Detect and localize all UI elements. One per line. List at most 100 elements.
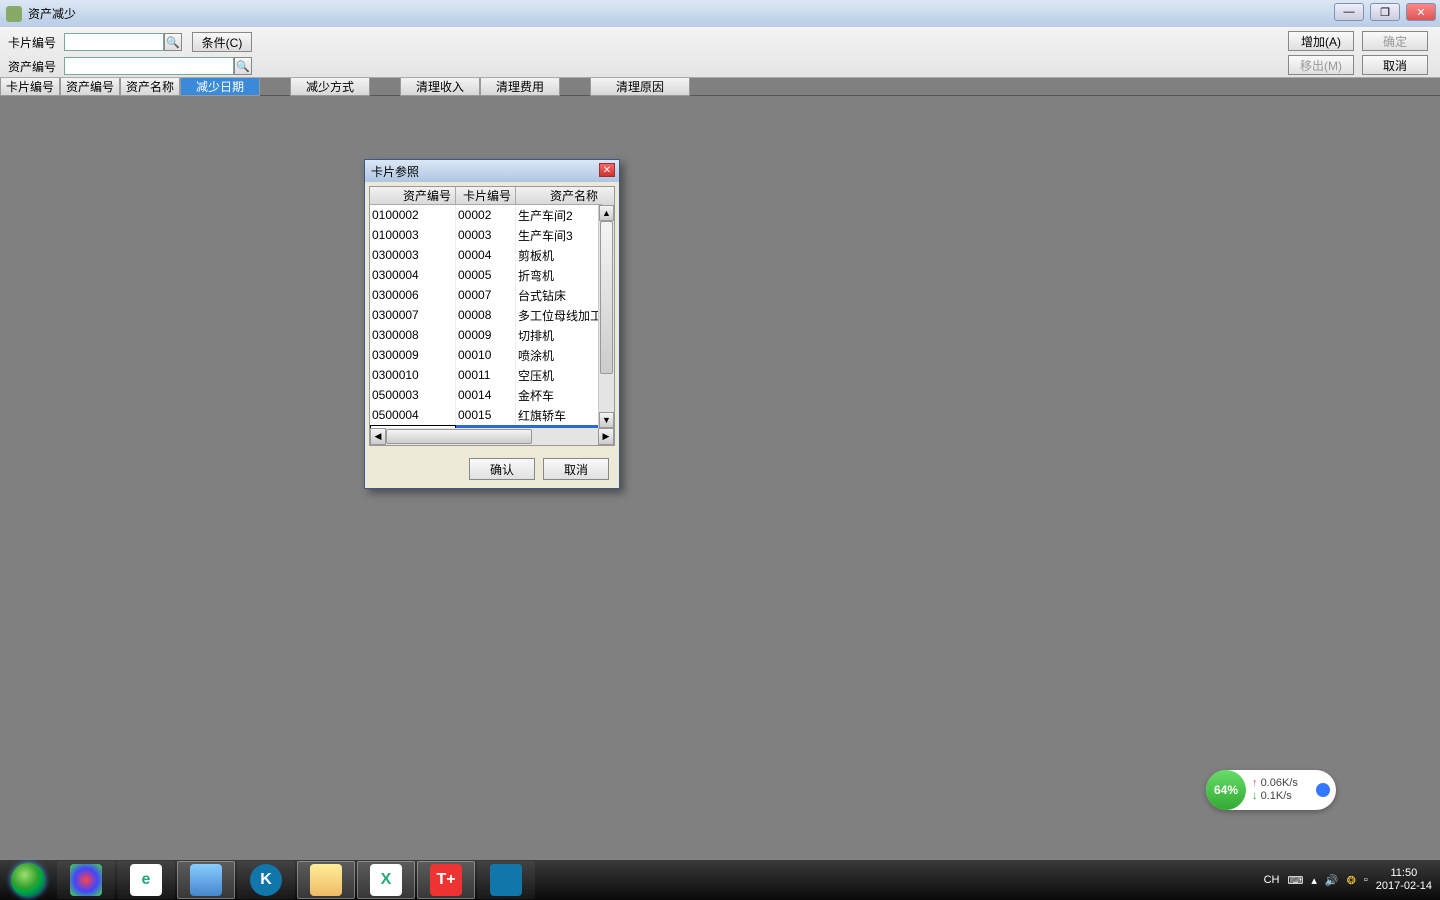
table-row[interactable]: 010000200002生产车间2 bbox=[370, 205, 614, 225]
kugou-icon: K bbox=[250, 864, 282, 896]
tray-time: 11:50 bbox=[1376, 867, 1432, 880]
net-down-speed: 0.1K/s bbox=[1252, 790, 1298, 803]
column-header[interactable]: 资产编号 bbox=[60, 78, 120, 96]
taskbar-explorer[interactable] bbox=[297, 861, 355, 899]
tray-clock[interactable]: 11:50 2017-02-14 bbox=[1376, 867, 1432, 893]
scroll-up-icon[interactable]: ▲ bbox=[599, 205, 614, 221]
taskbar-kugou[interactable]: K bbox=[237, 861, 295, 899]
table-row[interactable]: 010000300003生产车间3 bbox=[370, 225, 614, 245]
battery-percent: 64% bbox=[1206, 770, 1246, 810]
taskbar-app-8[interactable] bbox=[477, 861, 535, 899]
dialog-titlebar[interactable]: 卡片参照 ✕ bbox=[365, 160, 619, 182]
search-icon: 🔍 bbox=[166, 36, 180, 49]
scroll-down-icon[interactable]: ▼ bbox=[599, 412, 614, 428]
scroll-left-icon[interactable]: ◀ bbox=[370, 428, 386, 445]
add-button[interactable]: 增加(A) bbox=[1288, 31, 1354, 51]
taskbar-ie[interactable]: e bbox=[117, 861, 175, 899]
table-row[interactable]: 030000300004剪板机 bbox=[370, 245, 614, 265]
maximize-button[interactable]: ❐ bbox=[1370, 3, 1400, 21]
table-cell: 00007 bbox=[456, 285, 516, 305]
table-cell: 0300007 bbox=[370, 305, 456, 325]
table-cell: 0500004 bbox=[370, 405, 456, 425]
table-cell: 剪板机 bbox=[516, 245, 602, 265]
hscroll-thumb[interactable] bbox=[386, 429, 532, 444]
minimize-button[interactable]: — bbox=[1334, 3, 1364, 21]
column-header[interactable]: 卡片编号 bbox=[0, 78, 60, 96]
table-row[interactable]: 030000900010喷涂机 bbox=[370, 345, 614, 365]
table-cell: 折弯机 bbox=[516, 265, 602, 285]
dialog-cancel-button[interactable]: 取消 bbox=[543, 458, 609, 480]
grid-horizontal-scrollbar[interactable]: ◀ ▶ bbox=[370, 428, 614, 445]
asset-search-button[interactable]: 🔍 bbox=[234, 57, 252, 75]
column-header[interactable]: 减少方式 bbox=[290, 78, 370, 96]
dialog-close-button[interactable]: ✕ bbox=[599, 163, 615, 177]
table-cell: 喷涂机 bbox=[516, 345, 602, 365]
taskbar-app-image[interactable] bbox=[177, 861, 235, 899]
table-row[interactable]: 050000400015红旗轿车 bbox=[370, 405, 614, 425]
table-cell: 00015 bbox=[456, 405, 516, 425]
table-cell: 0300009 bbox=[370, 345, 456, 365]
table-cell: 00002 bbox=[456, 205, 516, 225]
table-cell: 0300010 bbox=[370, 365, 456, 385]
table-cell: 00014 bbox=[456, 385, 516, 405]
table-cell: 00004 bbox=[456, 245, 516, 265]
ok-button[interactable]: 确定 bbox=[1362, 31, 1428, 51]
card-no-input[interactable] bbox=[64, 33, 164, 51]
table-cell: 0100002 bbox=[370, 205, 456, 225]
table-cell: 生产车间3 bbox=[516, 225, 602, 245]
table-cell: 多工位母线加工 bbox=[516, 305, 602, 325]
card-no-label: 卡片编号 bbox=[8, 34, 64, 51]
keyboard-icon[interactable]: ⌨ bbox=[1287, 874, 1303, 887]
dialog-ok-button[interactable]: 确认 bbox=[469, 458, 535, 480]
moveout-button[interactable]: 移出(M) bbox=[1288, 55, 1354, 75]
start-button[interactable] bbox=[0, 860, 56, 900]
grid-column-header[interactable]: 资产编号 bbox=[370, 187, 456, 205]
action-center-icon[interactable]: ▫ bbox=[1364, 874, 1368, 886]
scroll-right-icon[interactable]: ▶ bbox=[598, 428, 614, 445]
tray-up-icon[interactable]: ▴ bbox=[1311, 874, 1317, 887]
table-row[interactable]: 030000800009切排机 bbox=[370, 325, 614, 345]
cancel-button[interactable]: 取消 bbox=[1362, 55, 1428, 75]
table-cell: 空压机 bbox=[516, 365, 602, 385]
table-cell: 0300003 bbox=[370, 245, 456, 265]
scroll-thumb[interactable] bbox=[600, 221, 613, 374]
taskbar-excel[interactable]: X bbox=[357, 861, 415, 899]
column-header[interactable]: 清理费用 bbox=[480, 78, 560, 96]
taskbar: e K X T+ CH ⌨ ▴ 🔊 ❂ ▫ 11:50 2017-02-14 bbox=[0, 860, 1440, 900]
card-search-button[interactable]: 🔍 bbox=[164, 33, 182, 51]
grid-column-header[interactable]: 卡片编号 bbox=[456, 187, 516, 205]
tray-icon[interactable]: ❂ bbox=[1347, 874, 1356, 887]
taskbar-tplus[interactable]: T+ bbox=[417, 861, 475, 899]
column-header[interactable]: 资产名称 bbox=[120, 78, 180, 96]
table-cell: 切排机 bbox=[516, 325, 602, 345]
column-header[interactable]: 清理原因 bbox=[590, 78, 690, 96]
close-button[interactable]: ✕ bbox=[1406, 3, 1436, 21]
column-header[interactable]: 减少日期 bbox=[180, 78, 260, 96]
grid-vertical-scrollbar[interactable]: ▲ ▼ bbox=[598, 205, 614, 428]
image-icon bbox=[190, 864, 222, 896]
table-row[interactable]: 030000700008多工位母线加工 bbox=[370, 305, 614, 325]
table-cell: 0300004 bbox=[370, 265, 456, 285]
condition-button[interactable]: 条件(C) bbox=[192, 32, 252, 52]
table-row[interactable]: 030000600007台式钻床 bbox=[370, 285, 614, 305]
table-cell: 红旗轿车 bbox=[516, 405, 602, 425]
reference-grid: 资产编号卡片编号资产名称 010000200002生产车间20100003000… bbox=[369, 186, 615, 446]
column-header[interactable]: 清理收入 bbox=[400, 78, 480, 96]
network-monitor-badge[interactable]: 64% 0.06K/s 0.1K/s bbox=[1206, 770, 1336, 810]
table-row[interactable]: 030000400005折弯机 bbox=[370, 265, 614, 285]
asset-no-input[interactable] bbox=[64, 57, 234, 75]
taskbar-app-1[interactable] bbox=[57, 861, 115, 899]
table-row[interactable]: 050000300014金杯车 bbox=[370, 385, 614, 405]
app-icon bbox=[490, 864, 522, 896]
grid-column-header[interactable]: 资产名称 bbox=[516, 187, 602, 205]
table-cell: 0300008 bbox=[370, 325, 456, 345]
table-cell: 00005 bbox=[456, 265, 516, 285]
dialog-title: 卡片参照 bbox=[371, 163, 419, 180]
ime-indicator[interactable]: CH bbox=[1264, 874, 1280, 886]
volume-icon[interactable]: 🔊 bbox=[1325, 874, 1339, 887]
app-icon bbox=[6, 6, 22, 22]
search-icon: 🔍 bbox=[236, 60, 250, 73]
folder-icon bbox=[310, 864, 342, 896]
windows-orb-icon bbox=[11, 863, 45, 897]
table-row[interactable]: 030001000011空压机 bbox=[370, 365, 614, 385]
